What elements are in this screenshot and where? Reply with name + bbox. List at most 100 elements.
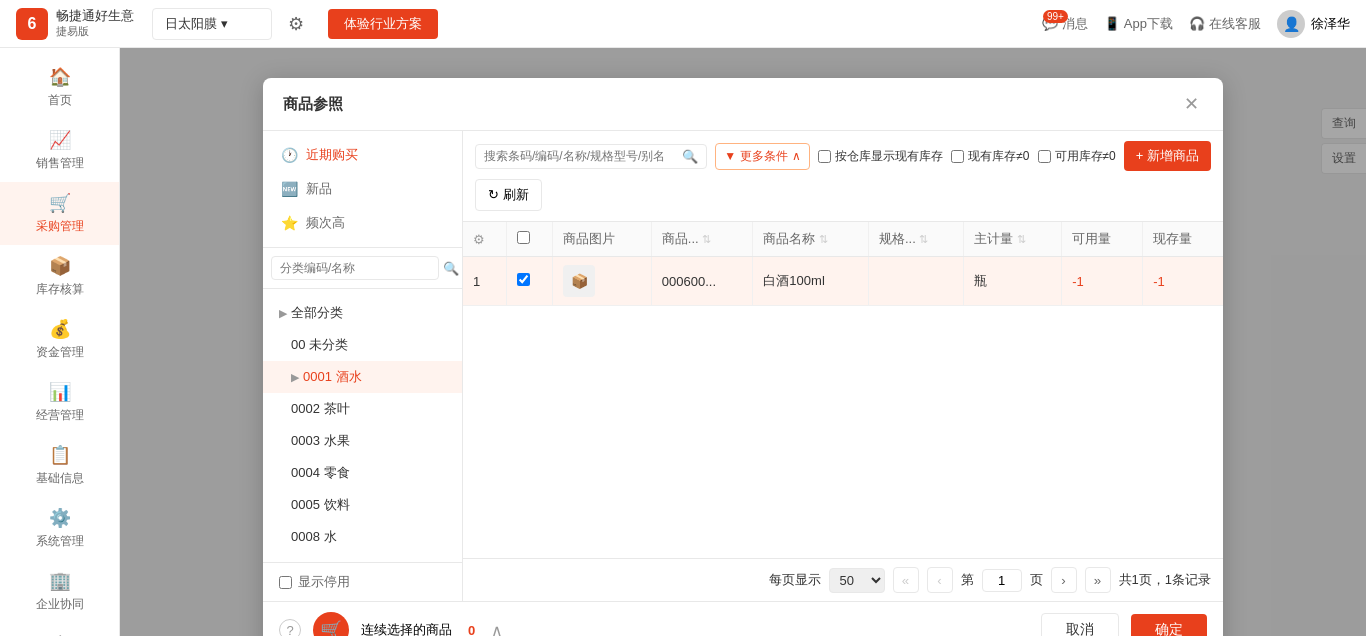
app-download-label: App下载 [1124, 15, 1173, 33]
more-filter-label: 更多条件 [740, 148, 788, 165]
dialog-close-button[interactable]: ✕ [1179, 92, 1203, 116]
cell-unit: 瓶 [964, 257, 1062, 306]
category-item-0001[interactable]: ▶ 0001 酒水 [263, 361, 462, 393]
online-service-label: 在线客服 [1209, 15, 1261, 33]
display-disabled-checkbox[interactable] [279, 576, 292, 589]
frequent-icon: ⭐ [281, 215, 298, 231]
table-row[interactable]: 1 📦 000600... 白酒100ml 瓶 -1 [463, 257, 1223, 306]
sidebar-label-purchase: 采购管理 [36, 218, 84, 235]
last-page-button[interactable]: » [1085, 567, 1111, 593]
category-item-all[interactable]: ▶ 全部分类 [263, 297, 462, 329]
col-unit-label: 主计量 [974, 231, 1013, 246]
category-search-input[interactable] [271, 256, 439, 280]
online-service-item[interactable]: 🎧 在线客服 [1189, 15, 1261, 33]
collapse-arrow-icon[interactable]: ∧ [491, 621, 503, 637]
sidebar: 🏠 首页 📈 销售管理 🛒 采购管理 📦 库存核算 💰 资金管理 📊 经营管理 … [0, 48, 120, 636]
mobile-icon: 📱 [1104, 16, 1120, 31]
filter-nonzero-stock-checkbox[interactable]: 现有库存≠0 [951, 148, 1029, 165]
sidebar-item-enterprise[interactable]: 🏢 企业协同 [0, 560, 119, 623]
category-item-0003[interactable]: 0003 水果 [263, 425, 462, 457]
filter-icon: ▼ [724, 149, 736, 163]
sidebar-item-inventory[interactable]: 📦 库存核算 [0, 245, 119, 308]
display-disabled-label: 显示停用 [298, 573, 350, 591]
inventory-icon: 📦 [49, 255, 71, 277]
sidebar-item-finance[interactable]: 💰 资金管理 [0, 308, 119, 371]
category-search-icon[interactable]: 🔍 [443, 261, 459, 276]
category-tree: ▶ 全部分类 00 未分类 ▶ 0001 酒水 0002 茶叶 [263, 289, 462, 562]
col-name-label: 商品名称 [763, 231, 815, 246]
category-item-00[interactable]: 00 未分类 [263, 329, 462, 361]
trial-button[interactable]: 体验行业方案 [328, 9, 438, 39]
confirm-button[interactable]: 确定 [1131, 614, 1207, 636]
page-size-select[interactable]: 50 10 20 100 [829, 568, 885, 593]
category-item-0008[interactable]: 0008 水 [263, 521, 462, 553]
selected-product-label: 连续选择的商品 [361, 621, 452, 636]
col-name-sort[interactable]: ⇅ [819, 233, 828, 245]
filter-nonzero-input[interactable] [951, 150, 964, 163]
page-prefix-label: 第 [961, 571, 974, 589]
filter-available-input[interactable] [1038, 150, 1051, 163]
sidebar-item-home[interactable]: 🏠 首页 [0, 56, 119, 119]
column-settings-icon[interactable]: ⚙ [473, 232, 485, 247]
cart-button[interactable]: 🛒 [313, 612, 349, 636]
first-page-button[interactable]: « [893, 567, 919, 593]
logo-icon: 6 [16, 8, 48, 40]
add-product-button[interactable]: + 新增商品 [1124, 141, 1211, 171]
sidebar-label-finance: 资金管理 [36, 344, 84, 361]
row-checkbox[interactable] [517, 273, 530, 286]
search-icon[interactable]: 🔍 [682, 149, 698, 164]
table-header-row: ⚙ 商品图片 商品... ⇅ 商品名称 ⇅ [463, 222, 1223, 257]
dialog-right-panel: 🔍 ▼ 更多条件 ∧ 按仓库显示现有库存 [463, 131, 1223, 601]
sidebar-label-operations: 经营管理 [36, 407, 84, 424]
system-icon: ⚙️ [49, 507, 71, 529]
category-item-0004[interactable]: 0004 零食 [263, 457, 462, 489]
left-tab-recent[interactable]: 🕐 近期购买 [271, 139, 454, 171]
next-page-button[interactable]: › [1051, 567, 1077, 593]
more-filter-button[interactable]: ▼ 更多条件 ∧ [715, 143, 810, 170]
left-tab-new-label: 新品 [306, 180, 332, 198]
left-tab-frequent[interactable]: ⭐ 频次高 [271, 207, 454, 239]
sidebar-item-basic[interactable]: 📋 基础信息 [0, 434, 119, 497]
category-item-0010[interactable]: 0010 家电 [263, 553, 462, 562]
filter-by-warehouse-checkbox[interactable]: 按仓库显示现有库存 [818, 148, 943, 165]
sidebar-item-operations[interactable]: 📊 经营管理 [0, 371, 119, 434]
sidebar-item-guide[interactable]: 🎓 新手引导 [0, 623, 119, 636]
category-item-0002[interactable]: 0002 茶叶 [263, 393, 462, 425]
cell-stock: -1 [1143, 257, 1223, 306]
cell-checkbox [507, 257, 553, 306]
prev-page-button[interactable]: ‹ [927, 567, 953, 593]
category-label-all: 全部分类 [291, 304, 343, 322]
col-spec-sort[interactable]: ⇅ [919, 233, 928, 245]
product-search-box: 🔍 [475, 144, 707, 169]
current-page-input[interactable] [982, 569, 1022, 592]
user-avatar-area[interactable]: 👤 徐泽华 [1277, 10, 1350, 38]
left-tab-frequent-label: 频次高 [306, 214, 345, 232]
filter-available-nonzero-checkbox[interactable]: 可用库存≠0 [1038, 148, 1116, 165]
product-reference-dialog: 商品参照 ✕ 🕐 近期购买 🆕 新品 [263, 78, 1223, 636]
category-label-0008: 0008 水 [291, 528, 337, 546]
sales-icon: 📈 [49, 129, 71, 151]
sidebar-item-purchase[interactable]: 🛒 采购管理 [0, 182, 119, 245]
app-download-item[interactable]: 📱 App下载 [1104, 15, 1173, 33]
store-selector[interactable]: 日太阳膜 ▾ [152, 8, 272, 40]
sidebar-item-system[interactable]: ⚙️ 系统管理 [0, 497, 119, 560]
operations-icon: 📊 [49, 381, 71, 403]
filter-warehouse-input[interactable] [818, 150, 831, 163]
product-search-input[interactable] [484, 149, 678, 163]
select-all-checkbox[interactable] [517, 231, 530, 244]
refresh-button[interactable]: ↻ 刷新 [475, 179, 542, 211]
messages-nav-item[interactable]: 💬 99+ 消息 [1042, 15, 1088, 33]
cancel-button[interactable]: 取消 [1041, 613, 1119, 636]
col-code-sort[interactable]: ⇅ [702, 233, 711, 245]
category-label-00: 00 未分类 [291, 336, 348, 354]
cell-available: -1 [1062, 257, 1143, 306]
col-unit-sort[interactable]: ⇅ [1017, 233, 1026, 245]
expand-arrow-0001: ▶ [291, 371, 299, 384]
help-icon[interactable]: ? [279, 619, 301, 636]
settings-icon[interactable]: ⚙ [280, 8, 312, 40]
sidebar-item-sales[interactable]: 📈 销售管理 [0, 119, 119, 182]
category-label-0002: 0002 茶叶 [291, 400, 350, 418]
category-item-0005[interactable]: 0005 饮料 [263, 489, 462, 521]
left-tab-new[interactable]: 🆕 新品 [271, 173, 454, 205]
col-checkbox [507, 222, 553, 257]
